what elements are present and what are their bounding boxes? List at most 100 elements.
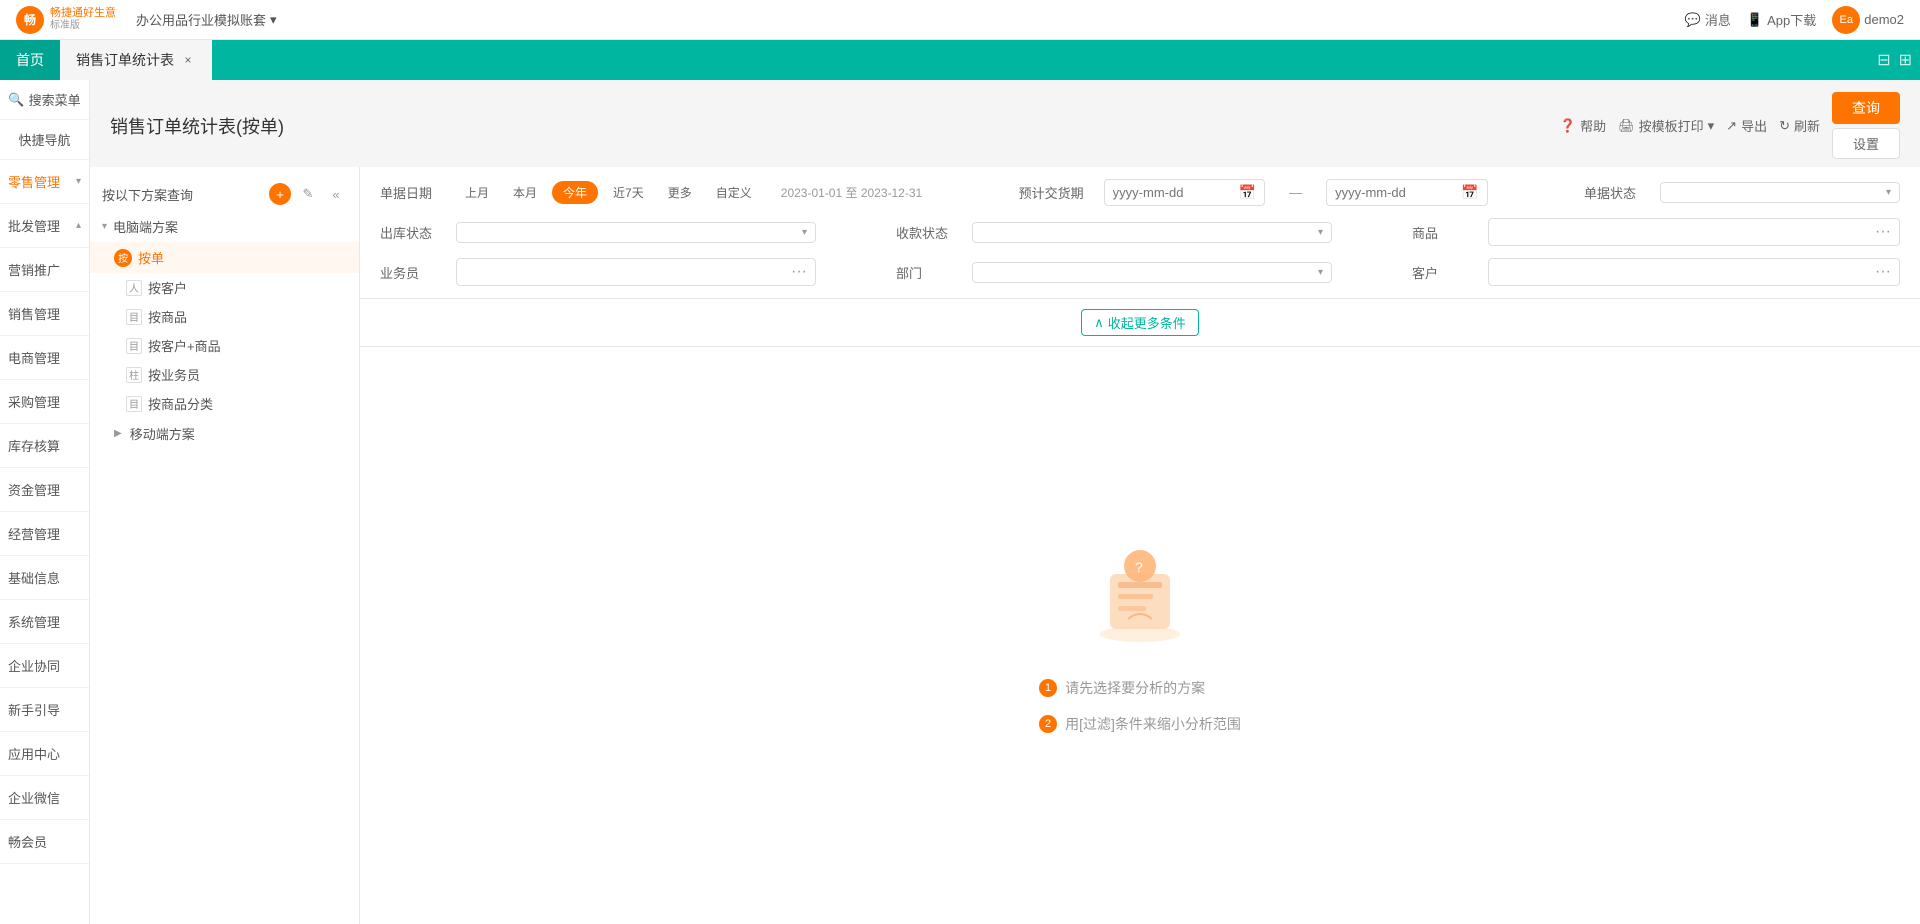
- query-button[interactable]: 查询: [1832, 92, 1900, 124]
- customer-dots-icon[interactable]: ···: [1875, 263, 1891, 281]
- expand-icon: ▾: [102, 221, 107, 232]
- scheme-by-salesman[interactable]: 柱 按业务员: [90, 360, 359, 389]
- nav-right-icons: ⊟ ⊞: [1877, 40, 1920, 80]
- sidebar-item-sales[interactable]: 销售管理: [0, 292, 89, 336]
- expected-date-from-input[interactable]: [1113, 185, 1233, 200]
- dept-select[interactable]: ▾: [972, 262, 1332, 283]
- salesman-dots-icon[interactable]: ···: [791, 263, 807, 281]
- sidebar-item-wholesale[interactable]: 批发管理 ▴: [0, 204, 89, 248]
- export-btn[interactable]: ↗ 导出: [1726, 116, 1767, 135]
- bill-status-select[interactable]: ▾: [1660, 182, 1900, 203]
- edit-scheme-btn[interactable]: ✎: [297, 183, 319, 205]
- logo-area: 畅 畅捷通好生意 标准版: [16, 6, 116, 34]
- search-icon: 🔍: [8, 92, 24, 108]
- mobile-scheme-group[interactable]: ▶ 移动端方案: [90, 418, 359, 449]
- wholesale-arrow-icon: ▴: [76, 220, 81, 231]
- date-btn-last-7[interactable]: 近7天: [604, 181, 653, 204]
- logo-icon: 畅: [16, 6, 44, 34]
- sidebar-item-retail[interactable]: 零售管理 ▾: [0, 160, 89, 204]
- tab-close-icon[interactable]: ×: [180, 52, 196, 68]
- panel-actions: + ✎ «: [269, 183, 347, 205]
- scheme-by-customer[interactable]: 人 按客户: [90, 273, 359, 302]
- settings-button[interactable]: 设置: [1832, 128, 1900, 159]
- tab-sales-order-stats[interactable]: 销售订单统计表 ×: [60, 40, 212, 80]
- by-customer-goods-icon: 目: [126, 338, 142, 354]
- sidebar-item-inventory[interactable]: 库存核算: [0, 424, 89, 468]
- refresh-btn[interactable]: ↻ 刷新: [1779, 116, 1820, 135]
- collapse-panel-btn[interactable]: «: [325, 183, 347, 205]
- page-title: 销售订单统计表(按单): [110, 113, 284, 139]
- sidebar-item-system[interactable]: 系统管理: [0, 600, 89, 644]
- sidebar-item-operations[interactable]: 经营管理: [0, 512, 89, 556]
- scheme-by-customer-goods[interactable]: 目 按客户+商品: [90, 331, 359, 360]
- filter-row-2: 出库状态 ▾ 收款状态 ▾ 商品: [380, 218, 1900, 246]
- empty-state: ? 1 请先选择要分析的方案 2 用[过滤]条件来缩小分析范围: [360, 347, 1920, 924]
- sidebar-item-ecommerce[interactable]: 电商管理: [0, 336, 89, 380]
- message-icon: 💬: [1685, 12, 1701, 28]
- page-actions: ❓ 帮助 🖨 按模板打印 ▾ ↗ 导出 ↻ 刷新 查询: [1560, 92, 1900, 159]
- date-btn-last-month[interactable]: 上月: [456, 181, 498, 204]
- calendar-icon-2: 📅: [1461, 184, 1478, 201]
- goods-dots-icon[interactable]: ···: [1875, 223, 1891, 241]
- user-avatar: Ea: [1832, 6, 1860, 34]
- add-scheme-btn[interactable]: +: [269, 183, 291, 205]
- date-btn-more[interactable]: 更多: [659, 181, 701, 204]
- collapse-up-icon: ∧: [1094, 315, 1104, 331]
- customer-select[interactable]: ···: [1488, 258, 1900, 286]
- app-download-btn[interactable]: 📱 App下载: [1747, 10, 1816, 29]
- message-btn[interactable]: 💬 消息: [1685, 10, 1731, 29]
- sidebar-item-marketing[interactable]: 营销推广: [0, 248, 89, 292]
- goods-select[interactable]: ···: [1488, 218, 1900, 246]
- sidebar-item-appcenter[interactable]: 应用中心: [0, 732, 89, 776]
- svg-text:?: ?: [1135, 559, 1143, 575]
- by-order-icon: 按: [114, 249, 132, 267]
- expected-date-to[interactable]: 📅: [1326, 179, 1487, 206]
- help-icon: ❓: [1560, 118, 1576, 134]
- retail-arrow-icon: ▾: [76, 176, 81, 187]
- sidebar-item-member[interactable]: 畅会员: [0, 820, 89, 864]
- tab-home[interactable]: 首页: [0, 40, 60, 80]
- sidebar-search[interactable]: 🔍 搜索菜单: [0, 80, 89, 120]
- expected-date-from[interactable]: 📅: [1104, 179, 1265, 206]
- salesman-select[interactable]: ···: [456, 258, 816, 286]
- top-bar: 畅 畅捷通好生意 标准版 办公用品行业模拟账套 ▾ 💬 消息 📱 App下载 E…: [0, 0, 1920, 40]
- expected-date-to-input[interactable]: [1335, 185, 1455, 200]
- scheme-by-goods-category[interactable]: 目 按商品分类: [90, 389, 359, 418]
- refresh-icon: ↻: [1779, 118, 1790, 134]
- desktop-scheme-group[interactable]: ▾ 电脑端方案: [90, 211, 359, 242]
- sidebar-shortcut[interactable]: 快捷导航: [0, 120, 89, 160]
- collection-status-select[interactable]: ▾: [972, 222, 1332, 243]
- delivery-status-select[interactable]: ▾: [456, 222, 816, 243]
- date-separator: —: [1285, 185, 1306, 200]
- help-btn[interactable]: ❓ 帮助: [1560, 116, 1606, 135]
- filter-area: 单据日期 上月 本月 今年 近7天 更多 自定义 2023-01-01 至 20…: [360, 167, 1920, 299]
- sidebar-item-purchase[interactable]: 采购管理: [0, 380, 89, 424]
- by-salesman-icon: 柱: [126, 367, 142, 383]
- date-btn-this-month[interactable]: 本月: [504, 181, 546, 204]
- dept-select-arrow-icon: ▾: [1318, 267, 1323, 278]
- scheme-by-goods[interactable]: 目 按商品: [90, 302, 359, 331]
- maximize-icon[interactable]: ⊞: [1899, 50, 1912, 70]
- sidebar-item-wechat[interactable]: 企业微信: [0, 776, 89, 820]
- minimize-icon[interactable]: ⊟: [1877, 50, 1890, 70]
- sidebar-item-finance[interactable]: 资金管理: [0, 468, 89, 512]
- date-label: 单据日期: [380, 183, 436, 202]
- delivery-label: 出库状态: [380, 223, 436, 242]
- collapse-conditions-btn[interactable]: ∧ 收起更多条件: [1081, 309, 1199, 336]
- collection-select-arrow-icon: ▾: [1318, 227, 1323, 238]
- date-btn-custom[interactable]: 自定义: [707, 181, 761, 204]
- company-selector[interactable]: 办公用品行业模拟账套 ▾: [136, 10, 277, 29]
- by-goods-icon: 目: [126, 309, 142, 325]
- by-goods-category-icon: 目: [126, 396, 142, 412]
- user-menu[interactable]: Ea demo2: [1832, 6, 1904, 34]
- sidebar-item-newuser[interactable]: 新手引导: [0, 688, 89, 732]
- scheme-by-order[interactable]: 按 按单: [90, 242, 359, 273]
- filter-row-1: 单据日期 上月 本月 今年 近7天 更多 自定义 2023-01-01 至 20…: [380, 179, 1900, 206]
- empty-steps: 1 请先选择要分析的方案 2 用[过滤]条件来缩小分析范围: [1039, 674, 1241, 738]
- sidebar-item-enterprise[interactable]: 企业协同: [0, 644, 89, 688]
- export-icon: ↗: [1726, 118, 1737, 134]
- date-btn-this-year[interactable]: 今年: [552, 181, 598, 204]
- template-print-btn[interactable]: 🖨 按模板打印 ▾: [1618, 116, 1714, 135]
- sidebar-item-basic[interactable]: 基础信息: [0, 556, 89, 600]
- expected-date-label: 预计交货期: [1019, 183, 1084, 202]
